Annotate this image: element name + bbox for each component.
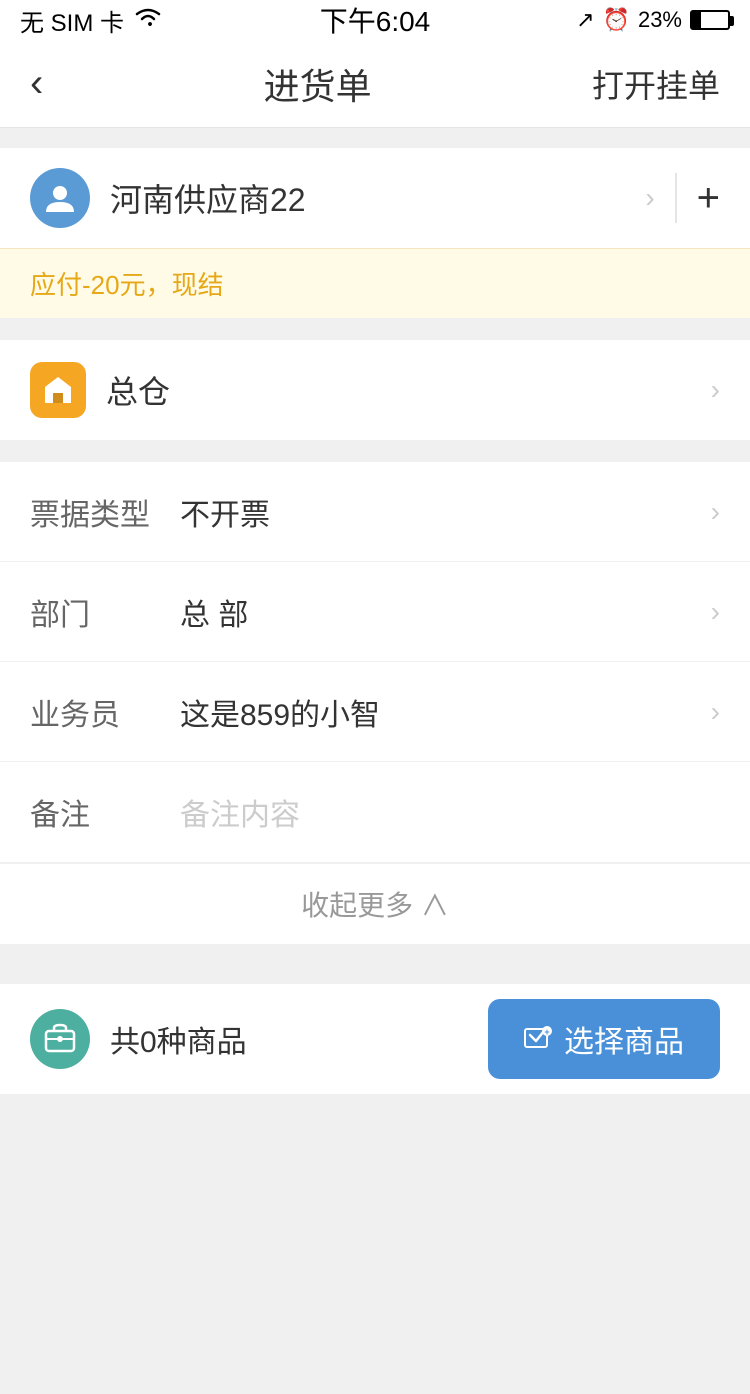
supplier-divider [675,173,677,223]
alarm-icon: ⏰ [603,7,630,33]
product-count: 共0种商品 [110,1017,488,1061]
department-label: 部门 [30,590,170,634]
nav-bar: ‹ 进货单 打开挂单 [0,40,750,128]
salesperson-arrow-icon: › [711,696,720,728]
svg-text:+: + [544,1027,549,1037]
open-pending-button[interactable]: 打开挂单 [592,61,720,107]
department-value: 总 部 [170,590,711,634]
collapse-bar[interactable]: 收起更多 ∧ [0,864,750,944]
warehouse-svg-icon [41,373,75,407]
department-row[interactable]: 部门 总 部 › [0,562,750,662]
supplier-arrow-icon: › [645,182,654,214]
form-section: 票据类型 不开票 › 部门 总 部 › 业务员 这是859的小智 › 备注 备注… [0,462,750,862]
battery-percent: 23% [638,7,682,33]
salesperson-row[interactable]: 业务员 这是859的小智 › [0,662,750,762]
warehouse-arrow-icon: › [711,374,720,406]
select-product-icon: + [524,1025,554,1053]
product-svg-icon [42,1021,78,1057]
location-icon: ↗ [576,7,594,33]
gap-2 [0,318,750,338]
salesperson-label: 业务员 [30,690,170,734]
salesperson-value: 这是859的小智 [170,690,711,734]
carrier-text: 无 SIM 卡 [20,3,124,38]
select-product-button[interactable]: + 选择商品 [488,999,720,1079]
status-bar: 无 SIM 卡 下午6:04 ↗ ⏰ 23% [0,0,750,40]
collapse-label: 收起更多 ∧ [301,884,449,924]
gap-3 [0,440,750,460]
bottom-section: 共0种商品 + 选择商品 [0,984,750,1094]
status-left: 无 SIM 卡 [20,3,162,38]
select-product-label: 选择商品 [564,1017,684,1061]
notice-text: 应付-20元，现结 [30,270,224,300]
supplier-name: 河南供应商22 [110,175,645,221]
notice-bar: 应付-20元，现结 [0,248,750,318]
remark-label: 备注 [30,790,170,834]
product-icon [30,1009,90,1069]
status-time: 下午6:04 [320,0,431,40]
invoice-type-arrow-icon: › [711,496,720,528]
back-button[interactable]: ‹ [30,61,43,106]
gap-1 [0,128,750,148]
wifi-icon [134,6,162,35]
warehouse-icon [30,362,86,418]
supplier-section[interactable]: 河南供应商22 › + [0,148,750,248]
warehouse-section[interactable]: 总仓 › [0,340,750,440]
remark-row[interactable]: 备注 备注内容 [0,762,750,862]
gap-4 [0,944,750,964]
invoice-type-label: 票据类型 [30,490,170,534]
status-right: ↗ ⏰ 23% [576,7,730,33]
supplier-avatar-icon [42,180,78,216]
page-background [0,1094,750,1394]
add-button[interactable]: + [697,176,720,221]
supplier-avatar [30,168,90,228]
department-arrow-icon: › [711,596,720,628]
invoice-type-row[interactable]: 票据类型 不开票 › [0,462,750,562]
remark-input[interactable]: 备注内容 [170,790,720,834]
invoice-type-value: 不开票 [170,490,711,534]
battery-icon [690,10,730,30]
warehouse-name: 总仓 [106,367,711,413]
page-title: 进货单 [264,58,372,110]
